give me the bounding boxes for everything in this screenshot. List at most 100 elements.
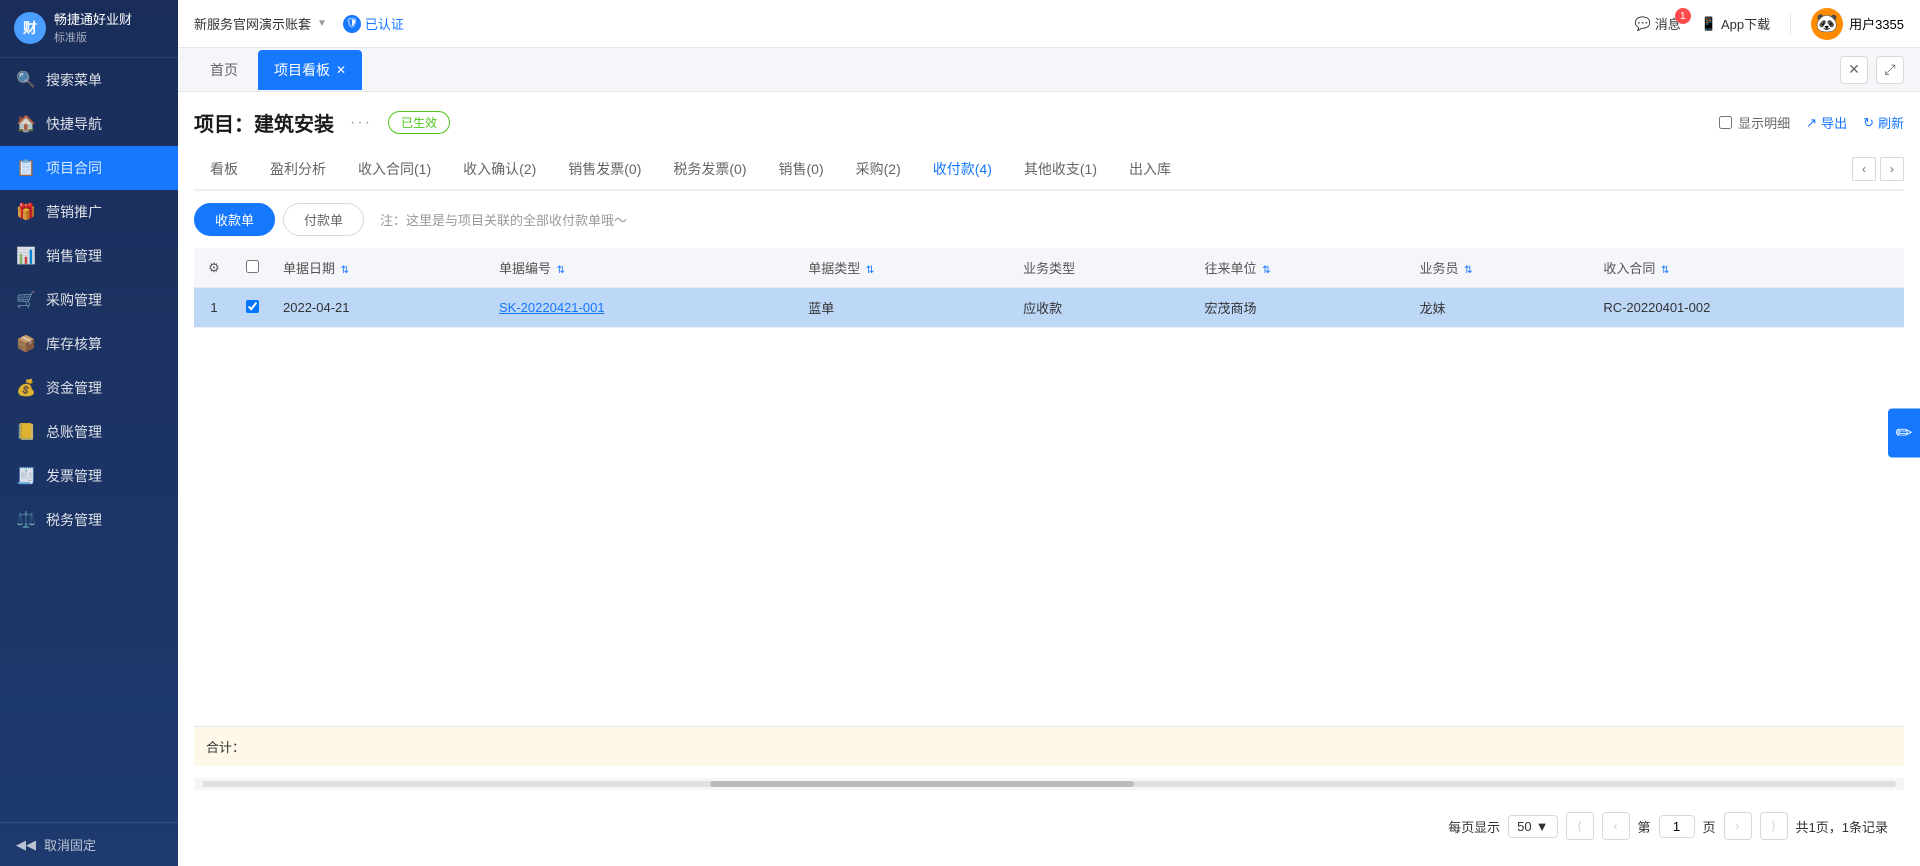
- last-page-button[interactable]: ⟩: [1760, 812, 1788, 840]
- next-page-button[interactable]: ›: [1724, 812, 1752, 840]
- sub-tab-warehouse[interactable]: 出入库: [1113, 149, 1187, 189]
- select-all-checkbox[interactable]: [246, 260, 259, 273]
- right-float-action[interactable]: ✏: [1888, 409, 1920, 458]
- table-row[interactable]: 1 2022-04-21 SK-20220421-001 蓝单 应收款 宏茂商场…: [194, 288, 1904, 328]
- payment-toggle[interactable]: 付款单: [283, 203, 364, 236]
- sub-tab-prev-button[interactable]: ‹: [1852, 157, 1876, 181]
- page-content: 项目：建筑安装 ··· 已生效 显示明细 ↗ 导出 ↻ 刷新: [178, 92, 1920, 866]
- avatar: 🐼: [1811, 8, 1843, 40]
- sort-icon: ⇅: [557, 265, 565, 276]
- phone-icon: 📱: [1701, 16, 1717, 32]
- book-icon: 📒: [16, 422, 36, 442]
- table-container: ⚙ 单据日期 ⇅ 单据编号 ⇅ 单据类型: [194, 248, 1904, 714]
- page-input[interactable]: [1659, 815, 1695, 838]
- pagination: 每页显示 50 ▼ ⟨ ‹ 第 页 › ⟩ 共1页，1条记录: [194, 802, 1904, 850]
- sub-tab-purchase[interactable]: 采购(2): [840, 149, 917, 189]
- sub-tab-profit[interactable]: 盈利分析: [254, 149, 342, 189]
- project-actions: 显示明细 ↗ 导出 ↻ 刷新: [1719, 113, 1904, 132]
- certified-icon: 🛡: [343, 15, 361, 33]
- sidebar-logo: 财 畅捷通好业财 标准版: [0, 0, 178, 58]
- money-icon: 💰: [16, 378, 36, 398]
- th-type[interactable]: 单据类型 ⇅: [796, 248, 1011, 288]
- row-number[interactable]: SK-20220421-001: [487, 288, 796, 328]
- th-number[interactable]: 单据编号 ⇅: [487, 248, 796, 288]
- sort-icon: ⇅: [1661, 265, 1669, 276]
- sidebar-item-sales[interactable]: 📊 销售管理: [0, 234, 178, 278]
- user-menu[interactable]: 🐼 用户3355: [1811, 8, 1904, 40]
- scroll-thumb[interactable]: [710, 781, 1134, 787]
- receipt-toggle[interactable]: 收款单: [194, 203, 275, 236]
- sidebar-item-inventory[interactable]: 📦 库存核算: [0, 322, 178, 366]
- tab-close-icon[interactable]: ✕: [336, 63, 346, 77]
- th-biz-type: 业务类型: [1011, 248, 1192, 288]
- tab-home[interactable]: 首页: [194, 50, 254, 90]
- row-checkbox[interactable]: [234, 288, 271, 328]
- tab-actions: ✕ ⤢: [1840, 56, 1904, 84]
- tab-project-board[interactable]: 项目看板 ✕: [258, 50, 362, 90]
- sidebar-item-ledger[interactable]: 📒 总账管理: [0, 410, 178, 454]
- horizontal-scrollbar[interactable]: [194, 778, 1904, 790]
- box-icon: 📦: [16, 334, 36, 354]
- dropdown-icon: ▼: [1536, 819, 1549, 834]
- sidebar-item-marketing[interactable]: 🎁 营销推广: [0, 190, 178, 234]
- refresh-icon: ↻: [1863, 115, 1874, 131]
- sidebar-item-search[interactable]: 🔍 搜索菜单: [0, 58, 178, 102]
- sub-tab-income-contract[interactable]: 收入合同(1): [342, 149, 447, 189]
- sidebar-item-quick-nav[interactable]: 🏠 快捷导航: [0, 102, 178, 146]
- footer-total: 合计：: [194, 726, 1904, 766]
- app-download-button[interactable]: 📱 App下载: [1701, 14, 1770, 33]
- sub-tab-other-expense[interactable]: 其他收支(1): [1008, 149, 1113, 189]
- refresh-button[interactable]: ↻ 刷新: [1863, 113, 1904, 132]
- project-header: 项目：建筑安装 ··· 已生效 显示明细 ↗ 导出 ↻ 刷新: [194, 108, 1904, 137]
- sub-tab-sales[interactable]: 销售(0): [763, 149, 840, 189]
- sub-tabs: 看板 盈利分析 收入合同(1) 收入确认(2) 销售发票(0) 税务发票(0) …: [194, 149, 1844, 189]
- th-date[interactable]: 单据日期 ⇅: [271, 248, 487, 288]
- message-button[interactable]: 💬 消息 1: [1635, 14, 1681, 33]
- sub-tab-board[interactable]: 看板: [194, 149, 254, 189]
- th-income-contract[interactable]: 收入合同 ⇅: [1591, 248, 1904, 288]
- th-settings[interactable]: ⚙: [194, 248, 234, 288]
- sort-icon: ⇅: [341, 265, 349, 276]
- row-index: 1: [194, 288, 234, 328]
- sidebar: 财 畅捷通好业财 标准版 🔍 搜索菜单 🏠 快捷导航 📋 项目合同 🎁 营销推广…: [0, 0, 178, 866]
- first-page-button[interactable]: ⟨: [1566, 812, 1594, 840]
- sub-tab-payment[interactable]: 收付款(4): [917, 149, 1008, 189]
- sub-tab-nav: ‹ ›: [1852, 157, 1904, 181]
- sub-tab-income-confirm[interactable]: 收入确认(2): [447, 149, 552, 189]
- per-page-selector[interactable]: 50 ▼: [1508, 815, 1557, 838]
- row-type: 蓝单: [796, 288, 1011, 328]
- th-partner[interactable]: 往来单位 ⇅: [1193, 248, 1408, 288]
- prev-page-button[interactable]: ‹: [1602, 812, 1630, 840]
- tab-maximize-button[interactable]: ⤢: [1876, 56, 1904, 84]
- sub-tab-sales-invoice[interactable]: 销售发票(0): [552, 149, 657, 189]
- sort-icon: ⇅: [1464, 265, 1472, 276]
- sub-tabs-container: 看板 盈利分析 收入合同(1) 收入确认(2) 销售发票(0) 税务发票(0) …: [194, 149, 1904, 191]
- export-button[interactable]: ↗ 导出: [1806, 113, 1847, 132]
- cart-icon: 🛒: [16, 290, 36, 310]
- sidebar-unpin-button[interactable]: ◀◀ 取消固定: [0, 822, 178, 866]
- divider: [1790, 14, 1791, 34]
- search-icon: 🔍: [16, 70, 36, 90]
- sidebar-item-tax[interactable]: ⚖️ 税务管理: [0, 498, 178, 542]
- sidebar-item-invoice[interactable]: 🧾 发票管理: [0, 454, 178, 498]
- topbar: 新服务官网演示账套 ▼ 🛡 已认证 💬 消息 1 📱 App下载 🐼 用户335…: [178, 0, 1920, 48]
- topbar-right: 💬 消息 1 📱 App下载 🐼 用户3355: [1635, 8, 1904, 40]
- tab-close-all-button[interactable]: ✕: [1840, 56, 1868, 84]
- dropdown-icon: ▼: [317, 18, 327, 29]
- sidebar-item-purchase[interactable]: 🛒 采购管理: [0, 278, 178, 322]
- data-table: ⚙ 单据日期 ⇅ 单据编号 ⇅ 单据类型: [194, 248, 1904, 328]
- sub-tab-next-button[interactable]: ›: [1880, 157, 1904, 181]
- show-detail-input[interactable]: [1719, 116, 1732, 129]
- account-selector[interactable]: 新服务官网演示账套 ▼: [194, 14, 327, 33]
- th-salesman[interactable]: 业务员 ⇅: [1407, 248, 1591, 288]
- sidebar-logo-text: 畅捷通好业财 标准版: [54, 12, 132, 45]
- per-page-label: 每页显示: [1448, 817, 1500, 836]
- main-content: 新服务官网演示账套 ▼ 🛡 已认证 💬 消息 1 📱 App下载 🐼 用户335…: [178, 0, 1920, 866]
- sidebar-item-project-contract[interactable]: 📋 项目合同: [0, 146, 178, 190]
- show-detail-checkbox[interactable]: 显示明细: [1719, 113, 1790, 132]
- sort-icon: ⇅: [1262, 265, 1270, 276]
- sidebar-item-capital[interactable]: 💰 资金管理: [0, 366, 178, 410]
- certified-badge: 🛡 已认证: [343, 14, 404, 33]
- sub-tab-tax-invoice[interactable]: 税务发票(0): [657, 149, 762, 189]
- more-button[interactable]: ···: [350, 114, 372, 132]
